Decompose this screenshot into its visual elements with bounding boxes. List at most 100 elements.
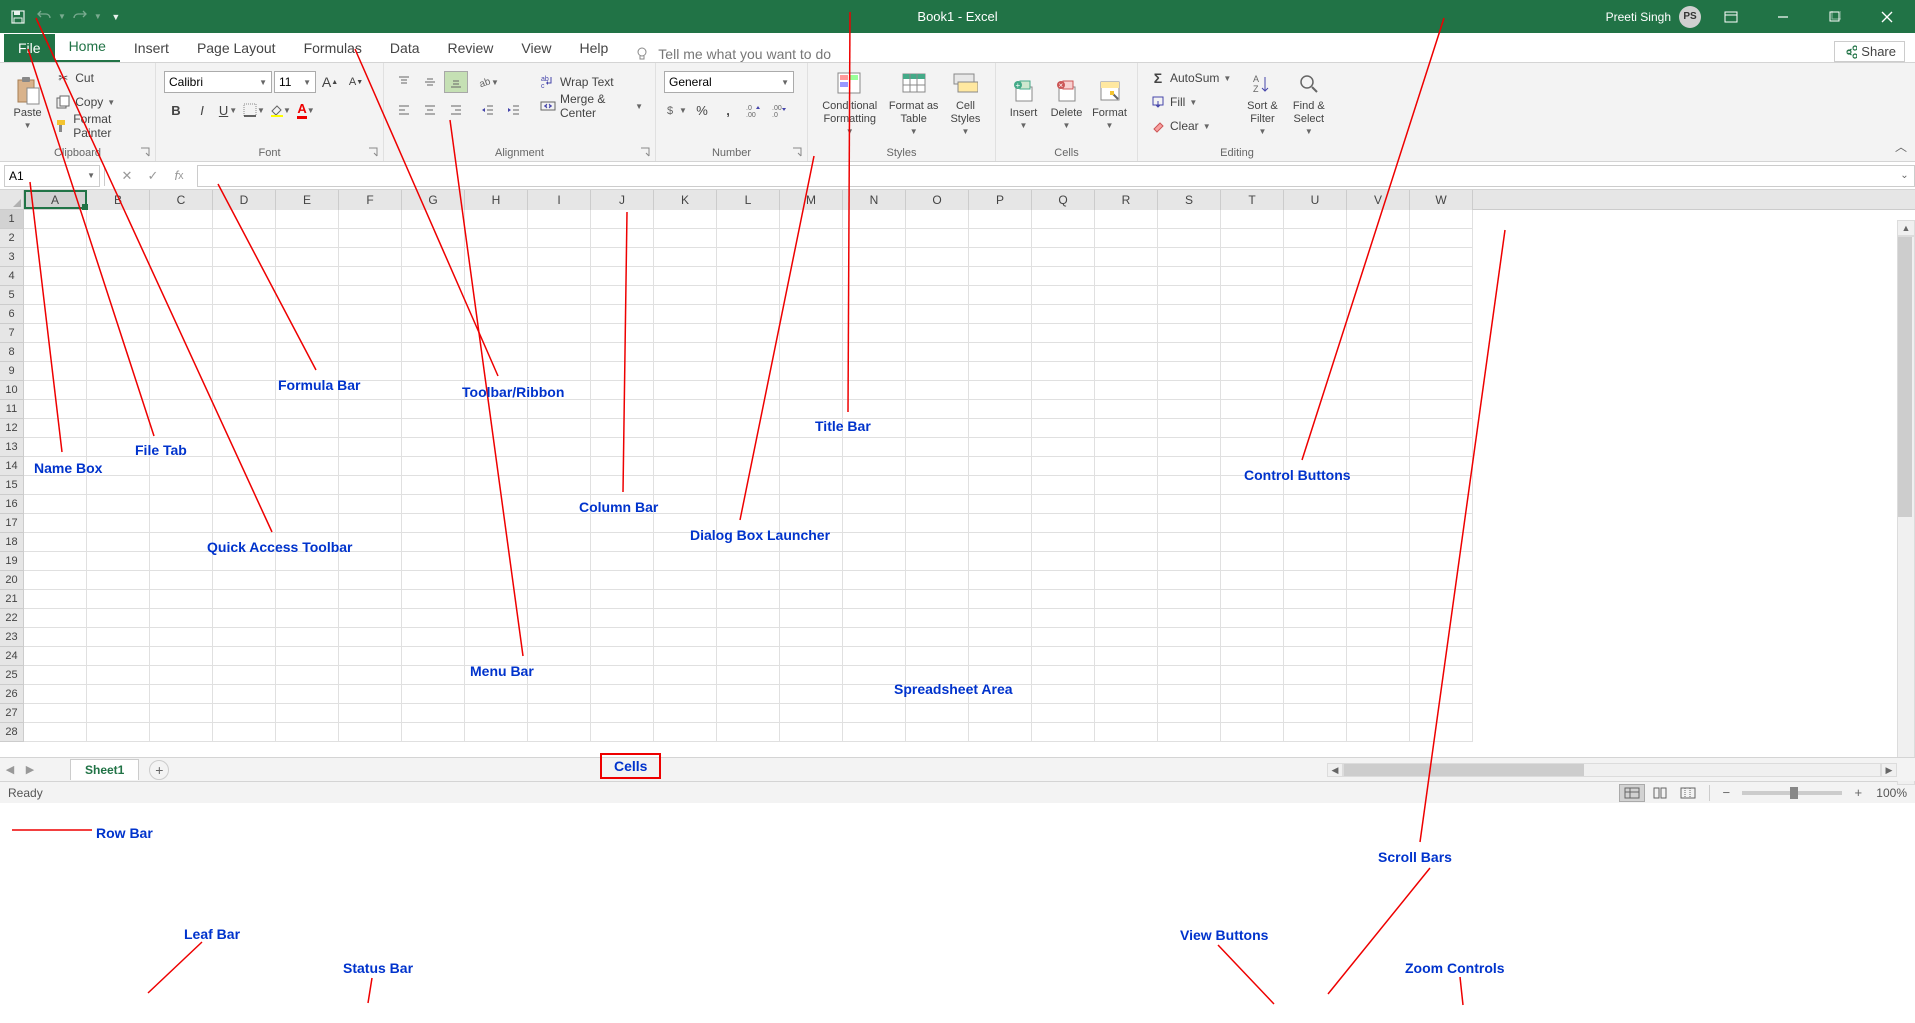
cell[interactable]: [969, 343, 1032, 362]
cell[interactable]: [213, 571, 276, 590]
column-header-N[interactable]: N: [843, 190, 906, 210]
cell[interactable]: [654, 229, 717, 248]
cell[interactable]: [654, 305, 717, 324]
cell[interactable]: [1095, 514, 1158, 533]
cell[interactable]: [465, 362, 528, 381]
cell[interactable]: [402, 685, 465, 704]
cell[interactable]: [339, 476, 402, 495]
cell[interactable]: [1095, 324, 1158, 343]
cell[interactable]: [87, 324, 150, 343]
cell[interactable]: [906, 419, 969, 438]
cell[interactable]: [1221, 286, 1284, 305]
close-button[interactable]: [1865, 0, 1909, 33]
cell[interactable]: [465, 381, 528, 400]
cell[interactable]: [24, 381, 87, 400]
cell[interactable]: [843, 381, 906, 400]
cell[interactable]: [150, 514, 213, 533]
cell[interactable]: [1095, 533, 1158, 552]
collapse-ribbon-button[interactable]: ︿: [1895, 138, 1907, 155]
cell[interactable]: [1221, 609, 1284, 628]
cell[interactable]: [717, 248, 780, 267]
cell[interactable]: [1158, 647, 1221, 666]
cell[interactable]: [1095, 210, 1158, 229]
cell[interactable]: [339, 267, 402, 286]
cell[interactable]: [843, 647, 906, 666]
cell[interactable]: [276, 248, 339, 267]
cell[interactable]: [1095, 248, 1158, 267]
row-header-6[interactable]: 6: [0, 305, 24, 324]
cell[interactable]: [780, 438, 843, 457]
cell[interactable]: [150, 343, 213, 362]
cell[interactable]: [654, 476, 717, 495]
cell[interactable]: [465, 533, 528, 552]
cell[interactable]: [1032, 438, 1095, 457]
cell[interactable]: [87, 685, 150, 704]
cell[interactable]: [465, 286, 528, 305]
zoom-out-button[interactable]: −: [1718, 785, 1734, 801]
cell[interactable]: [213, 685, 276, 704]
cell[interactable]: [1095, 286, 1158, 305]
save-button[interactable]: [6, 5, 30, 29]
cell[interactable]: [969, 514, 1032, 533]
cell[interactable]: [1221, 514, 1284, 533]
cell[interactable]: [1158, 362, 1221, 381]
cell[interactable]: [150, 533, 213, 552]
cell[interactable]: [1284, 514, 1347, 533]
cell[interactable]: [780, 476, 843, 495]
cell[interactable]: [780, 495, 843, 514]
cell[interactable]: [150, 267, 213, 286]
cell[interactable]: [24, 457, 87, 476]
row-header-14[interactable]: 14: [0, 457, 24, 476]
cell[interactable]: [780, 267, 843, 286]
cell[interactable]: [87, 514, 150, 533]
insert-cells-button[interactable]: +Insert▼: [1004, 67, 1043, 139]
cell[interactable]: [1095, 685, 1158, 704]
cell[interactable]: [1095, 267, 1158, 286]
cell[interactable]: [906, 286, 969, 305]
cell[interactable]: [1158, 628, 1221, 647]
cell[interactable]: [1347, 267, 1410, 286]
tell-me-search[interactable]: Tell me what you want to do: [634, 46, 831, 62]
cell[interactable]: [717, 704, 780, 723]
cell[interactable]: [528, 704, 591, 723]
cell[interactable]: [906, 571, 969, 590]
cell[interactable]: [591, 609, 654, 628]
cell[interactable]: [969, 286, 1032, 305]
cell[interactable]: [402, 666, 465, 685]
cell[interactable]: [1284, 381, 1347, 400]
cell[interactable]: [24, 286, 87, 305]
cell[interactable]: [87, 305, 150, 324]
merge-center-button[interactable]: Merge & Center▼: [536, 95, 647, 117]
cell[interactable]: [969, 210, 1032, 229]
cell[interactable]: [1158, 476, 1221, 495]
cell[interactable]: [780, 571, 843, 590]
cell[interactable]: [276, 381, 339, 400]
cell[interactable]: [1284, 666, 1347, 685]
row-header-11[interactable]: 11: [0, 400, 24, 419]
cell[interactable]: [213, 210, 276, 229]
cell[interactable]: [969, 571, 1032, 590]
cell[interactable]: [906, 324, 969, 343]
cell[interactable]: [276, 552, 339, 571]
cell[interactable]: [24, 609, 87, 628]
scroll-left-button[interactable]: ◀: [1327, 763, 1343, 777]
cell[interactable]: [1032, 533, 1095, 552]
cell[interactable]: [1284, 647, 1347, 666]
cell[interactable]: [654, 590, 717, 609]
cell[interactable]: [1410, 381, 1473, 400]
cell[interactable]: [402, 628, 465, 647]
cell[interactable]: [717, 229, 780, 248]
cell[interactable]: [1410, 457, 1473, 476]
cell[interactable]: [1410, 571, 1473, 590]
cell[interactable]: [465, 495, 528, 514]
fill-color-button[interactable]: ▼: [268, 99, 292, 121]
cell[interactable]: [654, 438, 717, 457]
cell[interactable]: [402, 438, 465, 457]
cell[interactable]: [465, 628, 528, 647]
cell[interactable]: [906, 552, 969, 571]
cell[interactable]: [150, 476, 213, 495]
cell[interactable]: [276, 438, 339, 457]
cell[interactable]: [150, 210, 213, 229]
cell[interactable]: [843, 723, 906, 742]
cell[interactable]: [1221, 590, 1284, 609]
